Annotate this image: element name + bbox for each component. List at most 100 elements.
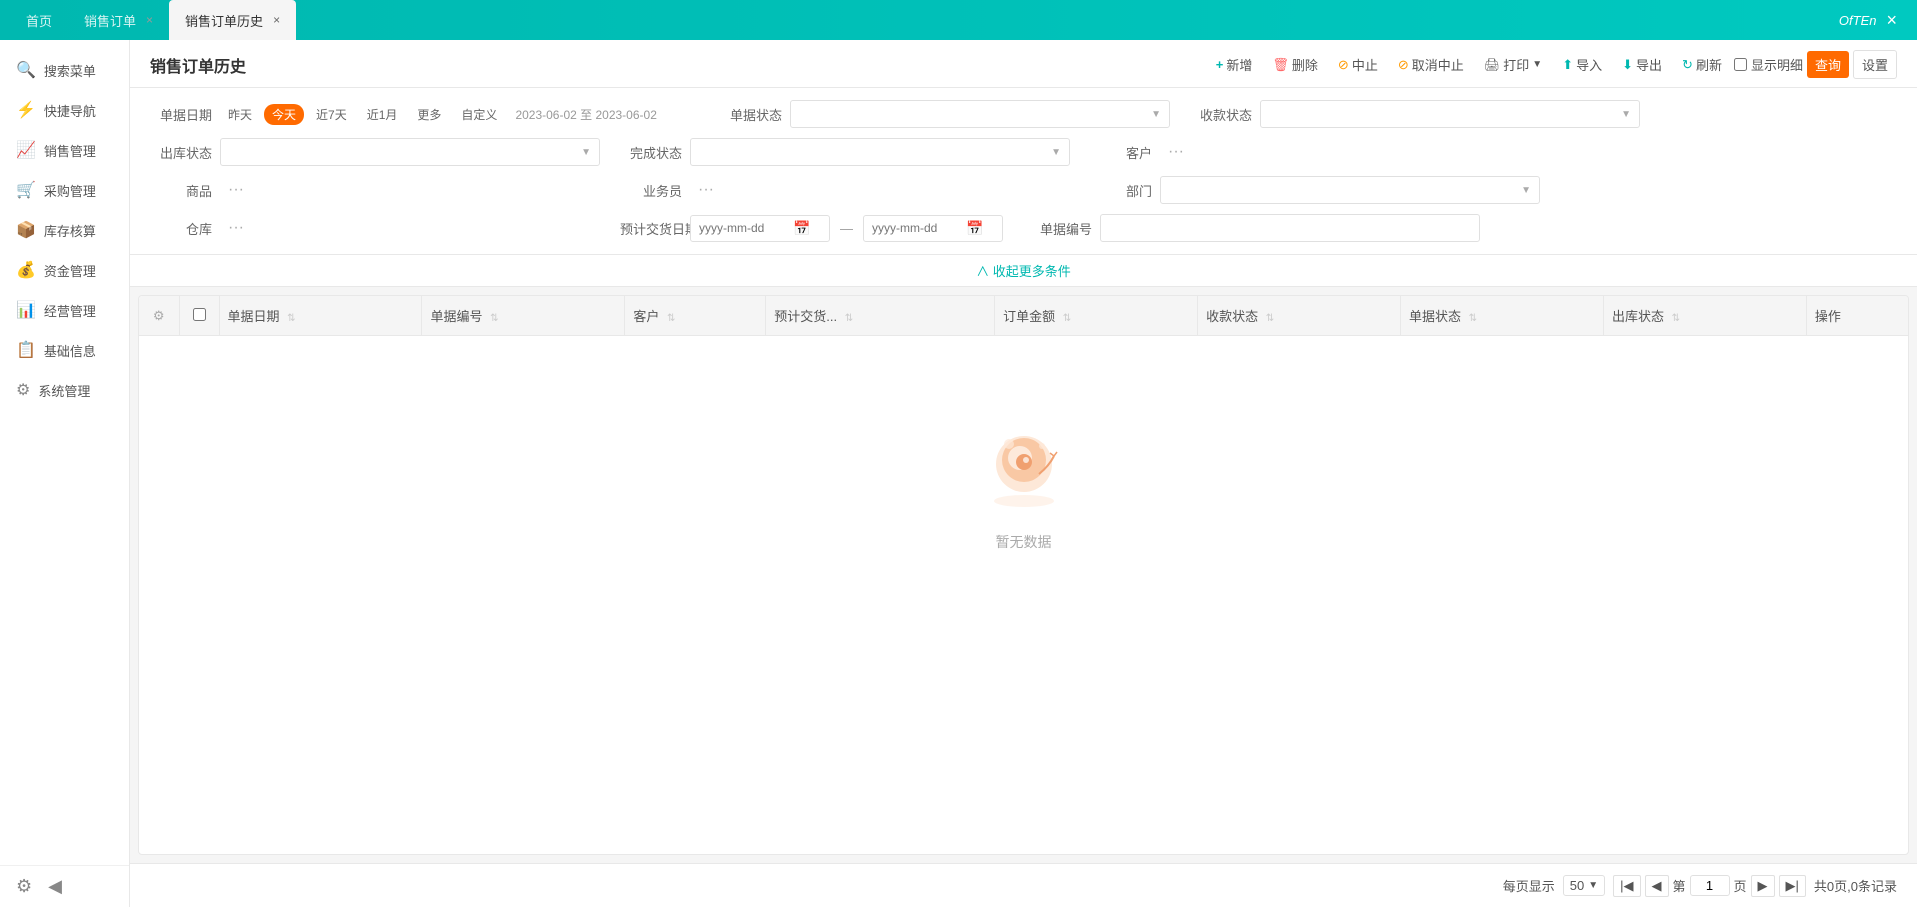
sidebar-item-quicknav[interactable]: ⚡ 快捷导航 <box>0 90 129 130</box>
th-amount[interactable]: 订单金额 ⇅ <box>995 296 1198 336</box>
customer-ellipsis-icon[interactable]: ··· <box>1164 139 1188 165</box>
sidebar-item-search[interactable]: 🔍 搜索菜单 <box>0 50 129 90</box>
filter-product-control[interactable]: ··· <box>220 177 600 203</box>
prev-page-button[interactable]: ◀ <box>1645 875 1669 897</box>
sidebar-item-finance[interactable]: 💰 资金管理 <box>0 250 129 290</box>
stop-button[interactable]: ⊘ 中止 <box>1330 51 1386 78</box>
sidebar-item-operations[interactable]: 📊 经营管理 <box>0 290 129 330</box>
display-detail-input[interactable] <box>1734 58 1747 71</box>
filter-dept-control[interactable]: ▼ <box>1160 176 1540 204</box>
sidebar-item-sales[interactable]: 📈 销售管理 <box>0 130 129 170</box>
th-docno[interactable]: 单据编号 ⇅ <box>422 296 625 336</box>
th-doc-status[interactable]: 单据状态 ⇅ <box>1401 296 1604 336</box>
filter-label-customer: 客户 <box>1090 143 1160 162</box>
date-tag-7days[interactable]: 近7天 <box>308 104 355 125</box>
refresh-button[interactable]: ↻ 刷新 <box>1674 51 1730 78</box>
delivery-date-start-input[interactable] <box>699 221 789 235</box>
close-sales-history-icon[interactable]: × <box>273 13 280 27</box>
date-tag-1month[interactable]: 近1月 <box>359 104 406 125</box>
select-all-checkbox[interactable] <box>193 308 206 321</box>
settings-gear-icon[interactable]: ⚙ <box>153 308 165 323</box>
settings-bottom-icon[interactable]: ⚙ <box>16 876 32 897</box>
cancel-stop-icon: ⊘ <box>1398 57 1409 73</box>
sidebar-item-basic[interactable]: 📋 基础信息 <box>0 330 129 370</box>
inventory-icon: 📦 <box>16 220 36 240</box>
export-button[interactable]: ⬇ 导出 <box>1614 51 1670 78</box>
delivery-date-end[interactable]: 📅 <box>863 215 1003 242</box>
date-range-text: 2023-06-02 至 2023-06-02 <box>515 106 656 123</box>
collapse-sidebar-icon[interactable]: ◀ <box>48 876 62 897</box>
tab-home[interactable]: 首页 <box>10 0 68 40</box>
cancel-stop-button[interactable]: ⊘ 取消中止 <box>1390 51 1472 78</box>
th-date[interactable]: 单据日期 ⇅ <box>219 296 422 336</box>
settings-button[interactable]: 设置 <box>1853 50 1897 79</box>
date-dash: — <box>840 221 853 236</box>
chevron-down-icon4: ▼ <box>1051 147 1061 158</box>
date-tag-yesterday[interactable]: 昨天 <box>220 104 260 125</box>
sort-docno-icon: ⇅ <box>490 313 498 324</box>
collapse-text: ∧ 收起更多条件 <box>976 264 1071 279</box>
paymentstatus-select[interactable]: ▼ <box>1260 100 1640 128</box>
dept-select[interactable]: ▼ <box>1160 176 1540 204</box>
sidebar-finance-label: 资金管理 <box>44 261 96 280</box>
tab-sales-history[interactable]: 销售订单历史 × <box>169 0 296 40</box>
quicknav-icon: ⚡ <box>16 100 36 120</box>
sidebar-item-purchase[interactable]: 🛒 采购管理 <box>0 170 129 210</box>
tab-sales-order[interactable]: 销售订单 × <box>68 0 169 40</box>
delete-button[interactable]: 🗑 删除 <box>1264 51 1326 78</box>
sidebar-item-system[interactable]: ⚙ 系统管理 <box>0 370 129 410</box>
delivery-date-start[interactable]: 📅 <box>690 215 830 242</box>
th-customer[interactable]: 客户 ⇅ <box>625 296 766 336</box>
sidebar-quicknav-label: 快捷导航 <box>44 101 96 120</box>
main-layout: 🔍 搜索菜单 ⚡ 快捷导航 📈 销售管理 🛒 采购管理 📦 库存核算 💰 资金管… <box>0 40 1917 907</box>
salesman-ellipsis-icon[interactable]: ··· <box>694 177 718 203</box>
docstatus-select[interactable]: ▼ <box>790 100 1170 128</box>
print-button[interactable]: 🖨 打印 ▼ <box>1476 51 1550 78</box>
current-page-input[interactable] <box>1690 875 1730 896</box>
docno-input[interactable] <box>1100 214 1480 242</box>
filter-outstatus-control[interactable]: ▼ <box>220 138 600 166</box>
per-page-value: 50 <box>1570 878 1584 893</box>
sort-payment-icon: ⇅ <box>1266 313 1274 324</box>
date-tag-today[interactable]: 今天 <box>264 104 304 125</box>
th-checkbox[interactable] <box>179 296 219 336</box>
filter-label-outstatus: 出库状态 <box>150 143 220 162</box>
per-page-select[interactable]: 50 ▼ <box>1563 875 1605 896</box>
sidebar-item-inventory[interactable]: 📦 库存核算 <box>0 210 129 250</box>
th-payment-status[interactable]: 收款状态 ⇅ <box>1198 296 1401 336</box>
table-area: ⚙ 单据日期 ⇅ 单据编号 ⇅ <box>138 295 1909 855</box>
filter-docno-control[interactable] <box>1100 214 1480 242</box>
topbar-close-icon[interactable]: × <box>1886 10 1897 31</box>
delivery-date-end-input[interactable] <box>872 221 962 235</box>
date-tag-more[interactable]: 更多 <box>409 104 449 125</box>
calendar-start-icon[interactable]: 📅 <box>793 220 810 237</box>
warehouse-ellipsis-icon[interactable]: ··· <box>224 215 248 241</box>
filter-docstatus-control[interactable]: ▼ <box>790 100 1170 128</box>
outstatus-select[interactable]: ▼ <box>220 138 600 166</box>
filter-salesman-control[interactable]: ··· <box>690 177 1070 203</box>
per-page-arrow-icon: ▼ <box>1588 880 1598 891</box>
th-settings[interactable]: ⚙ <box>139 296 179 336</box>
filter-paymentstatus-control[interactable]: ▼ <box>1260 100 1640 128</box>
filter-completestatus-control[interactable]: ▼ <box>690 138 1070 166</box>
product-ellipsis-icon[interactable]: ··· <box>224 177 248 203</box>
last-page-button[interactable]: ▶| <box>1779 875 1806 897</box>
top-bar: 首页 销售订单 × 销售订单历史 × OfTEn × <box>0 0 1917 40</box>
th-delivery[interactable]: 预计交货... ⇅ <box>766 296 995 336</box>
new-button[interactable]: + 新增 <box>1208 51 1261 78</box>
calendar-end-icon[interactable]: 📅 <box>966 220 983 237</box>
sidebar-system-label: 系统管理 <box>38 381 90 400</box>
first-page-button[interactable]: |◀ <box>1613 875 1640 897</box>
th-out-status[interactable]: 出库状态 ⇅ <box>1603 296 1806 336</box>
completestatus-select[interactable]: ▼ <box>690 138 1070 166</box>
import-button[interactable]: ⬆ 导入 <box>1554 51 1610 78</box>
collapse-bar[interactable]: ∧ 收起更多条件 <box>130 255 1917 287</box>
filter-warehouse-control[interactable]: ··· <box>220 215 600 241</box>
display-detail-checkbox[interactable]: 显示明细 <box>1734 55 1803 74</box>
query-button[interactable]: 查询 <box>1807 51 1849 78</box>
date-tag-custom[interactable]: 自定义 <box>453 104 505 125</box>
empty-row: 暂无数据 <box>139 336 1908 633</box>
filter-customer-control[interactable]: ··· <box>1160 139 1540 165</box>
next-page-button[interactable]: ▶ <box>1751 875 1775 897</box>
close-sales-order-icon[interactable]: × <box>146 13 153 27</box>
